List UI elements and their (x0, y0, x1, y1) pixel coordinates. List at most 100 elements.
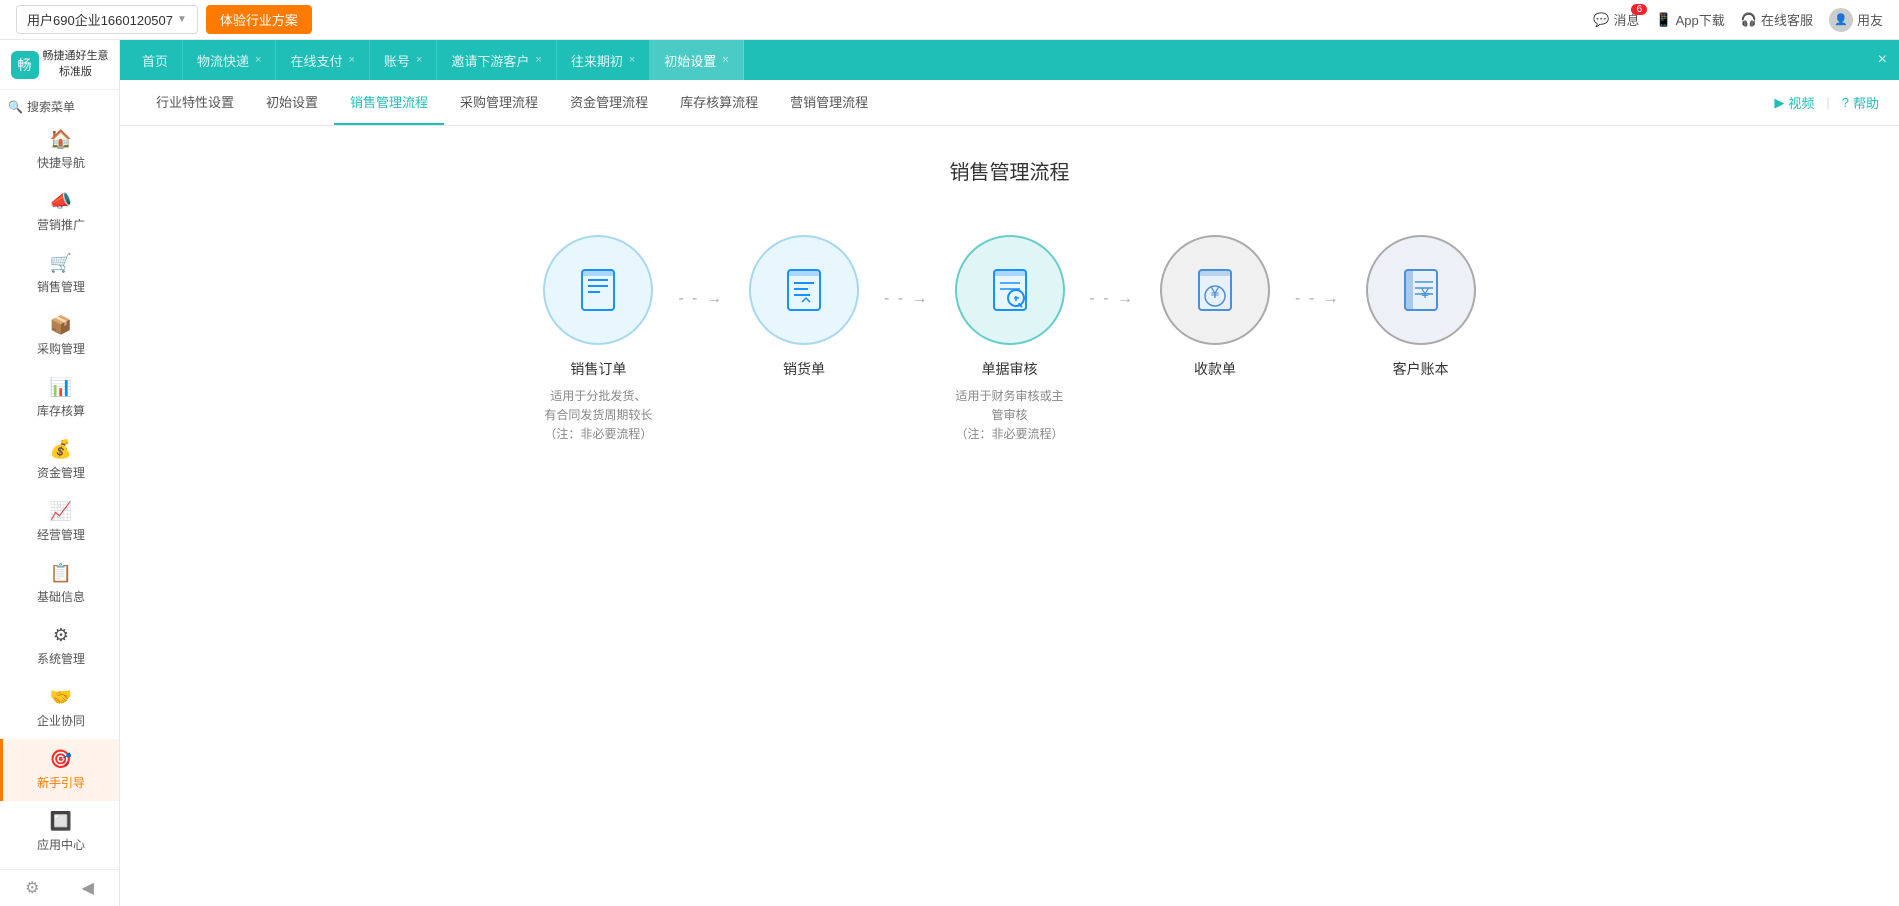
app-center-icon: 🔲 (50, 811, 72, 832)
settings-icon[interactable]: ⚙ (25, 878, 39, 898)
sidebar-logo: 畅 畅捷通好生意 标准版 (0, 40, 119, 90)
sidebar-item-finance[interactable]: 💰 资金管理 (0, 429, 119, 491)
logo-icon: 畅 (11, 51, 39, 79)
tab-invite-customer-label: 邀请下游客户 (451, 51, 529, 70)
sidebar-item-label: 经营管理 (37, 526, 85, 543)
tab-account-close[interactable]: × (416, 54, 422, 66)
step-name-audit: 单据审核 (982, 359, 1038, 379)
tab-initial-setup-close[interactable]: × (722, 54, 728, 66)
search-icon: 🔍 (8, 100, 23, 114)
tab-initial-setup[interactable]: 初始设置 × (650, 40, 743, 80)
sidebar-item-marketing[interactable]: 📣 营销推广 (0, 181, 119, 243)
sidebar: 畅 畅捷通好生意 标准版 🔍 搜索菜单 🏠 快捷导航 📣 营销推广 🛒 销售管理 (0, 40, 120, 906)
purchase-icon: 📦 (50, 315, 72, 336)
user-avatar-area[interactable]: 👤 用友 (1829, 8, 1883, 32)
step-circle-receipt: ¥ (1160, 235, 1270, 345)
sub-tab-initial[interactable]: 初始设置 (250, 80, 334, 125)
sub-tabs: 行业特性设置 初始设置 销售管理流程 采购管理流程 资金管理流程 库存核算流程 (120, 80, 1899, 126)
message-button[interactable]: 💬 消息 6 (1593, 10, 1639, 29)
sub-tab-marketing-flow[interactable]: 营销管理流程 (774, 80, 884, 125)
step-circle-sales-order (543, 235, 653, 345)
sidebar-item-sales[interactable]: 🛒 销售管理 (0, 243, 119, 305)
tab-home[interactable]: 首页 (128, 40, 183, 80)
logo-text: 畅捷通好生意 标准版 (43, 49, 109, 80)
service-icon: 🎧 (1741, 12, 1757, 28)
collapse-icon[interactable]: ◀ (82, 878, 94, 898)
tab-invite-customer-close[interactable]: × (535, 54, 541, 66)
sales-icon: 🛒 (50, 253, 72, 274)
sidebar-item-label: 营销推广 (37, 216, 85, 233)
online-service-label: 在线客服 (1761, 10, 1813, 29)
user-label: 用户690企业1660120507 (27, 10, 173, 29)
tab-payment-close[interactable]: × (348, 54, 354, 66)
main-layout: 畅 畅捷通好生意 标准版 🔍 搜索菜单 🏠 快捷导航 📣 营销推广 🛒 销售管理 (0, 40, 1899, 906)
sidebar-item-label: 销售管理 (37, 278, 85, 295)
flow-area: 销售管理流程 销售订单 (120, 126, 1899, 475)
step-name-account-book: 客户账本 (1393, 359, 1449, 379)
tab-home-label: 首页 (142, 51, 168, 70)
step-circle-delivery (749, 235, 859, 345)
video-button[interactable]: ▶ 视频 (1774, 93, 1814, 112)
help-button[interactable]: ? 帮助 (1842, 93, 1879, 112)
receipt-icon: ¥ (1189, 264, 1241, 316)
flow-step-delivery[interactable]: 销货单 (714, 235, 894, 387)
sub-tab-actions: ▶ 视频 | ? 帮助 (1774, 93, 1879, 112)
download-icon: 📱 (1655, 12, 1671, 28)
search-label: 搜索菜单 (27, 98, 75, 115)
guide-icon: 🎯 (50, 749, 72, 770)
sidebar-item-basic-info[interactable]: 📋 基础信息 (0, 553, 119, 615)
sub-tab-industry[interactable]: 行业特性设置 (140, 80, 250, 125)
sub-tab-finance-flow[interactable]: 资金管理流程 (554, 80, 664, 125)
tab-initial-balance-close[interactable]: × (629, 54, 635, 66)
sidebar-item-operation[interactable]: 📈 经营管理 (0, 491, 119, 553)
app-download-button[interactable]: 📱 App下载 (1655, 10, 1724, 29)
sub-tab-inventory-flow[interactable]: 库存核算流程 (664, 80, 774, 125)
tab-account[interactable]: 账号 × (370, 40, 437, 80)
sub-tab-purchase-flow[interactable]: 采购管理流程 (444, 80, 554, 125)
tab-payment-label: 在线支付 (290, 51, 342, 70)
sub-tab-industry-label: 行业特性设置 (156, 95, 234, 110)
tab-initial-balance-label: 往来期初 (571, 51, 623, 70)
username-label: 用友 (1857, 10, 1883, 29)
collab-icon: 🤝 (50, 687, 72, 708)
step-name-delivery: 销货单 (783, 359, 825, 379)
sub-tab-sales-flow[interactable]: 销售管理流程 (334, 80, 444, 125)
sidebar-item-system[interactable]: ⚙ 系统管理 (0, 615, 119, 677)
sidebar-item-inventory[interactable]: 📊 库存核算 (0, 367, 119, 429)
flow-step-sales-order[interactable]: 销售订单 适用于分批发货、有合同发货周期较长（注：非必要流程） (508, 235, 688, 445)
sidebar-item-label: 系统管理 (37, 650, 85, 667)
sidebar-item-enterprise-collab[interactable]: 🤝 企业协同 (0, 677, 119, 739)
step-name-sales-order: 销售订单 (570, 359, 626, 379)
sidebar-item-label: 基础信息 (37, 588, 85, 605)
search-menu-button[interactable]: 🔍 搜索菜单 (0, 90, 119, 119)
top-bar: 用户690企业1660120507 ▼ 体验行业方案 💬 消息 6 📱 App下… (0, 0, 1899, 40)
tab-payment[interactable]: 在线支付 × (276, 40, 369, 80)
message-icon: 💬 (1593, 12, 1609, 28)
close-all-tabs-button[interactable]: × (1878, 51, 1887, 69)
step-name-receipt: 收款单 (1194, 359, 1236, 379)
user-selector[interactable]: 用户690企业1660120507 ▼ (16, 5, 198, 34)
operation-icon: 📈 (50, 501, 72, 522)
tab-logistics[interactable]: 物流快递 × (183, 40, 276, 80)
tab-invite-customer[interactable]: 邀请下游客户 × (437, 40, 556, 80)
inventory-icon: 📊 (50, 377, 72, 398)
help-label: 帮助 (1853, 93, 1879, 112)
sidebar-item-purchase[interactable]: 📦 采购管理 (0, 305, 119, 367)
sub-tab-initial-label: 初始设置 (266, 95, 318, 110)
step-circle-audit (955, 235, 1065, 345)
flow-step-audit[interactable]: 单据审核 适用于财务审核或主管审核（注：非必要流程） (920, 235, 1100, 445)
sidebar-item-shortcuts[interactable]: 🏠 快捷导航 (0, 119, 119, 181)
content-area: 首页 物流快递 × 在线支付 × 账号 × 邀请下游客户 × 往来期初 × (120, 40, 1899, 906)
sales-order-icon (572, 264, 624, 316)
sidebar-item-app-center[interactable]: 🔲 应用中心 (0, 801, 119, 863)
sidebar-item-newbie-guide[interactable]: 🎯 新手引导 (0, 739, 119, 801)
flow-step-account-book[interactable]: ¥ 客户账本 (1331, 235, 1511, 387)
sub-tab-sales-flow-label: 销售管理流程 (350, 95, 428, 110)
trial-button[interactable]: 体验行业方案 (206, 5, 312, 34)
sidebar-item-label: 资金管理 (37, 464, 85, 481)
tab-initial-balance[interactable]: 往来期初 × (557, 40, 650, 80)
account-book-icon: ¥ (1395, 264, 1447, 316)
online-service-button[interactable]: 🎧 在线客服 (1741, 10, 1813, 29)
tab-logistics-close[interactable]: × (255, 54, 261, 66)
flow-step-receipt[interactable]: ¥ 收款单 (1125, 235, 1305, 387)
